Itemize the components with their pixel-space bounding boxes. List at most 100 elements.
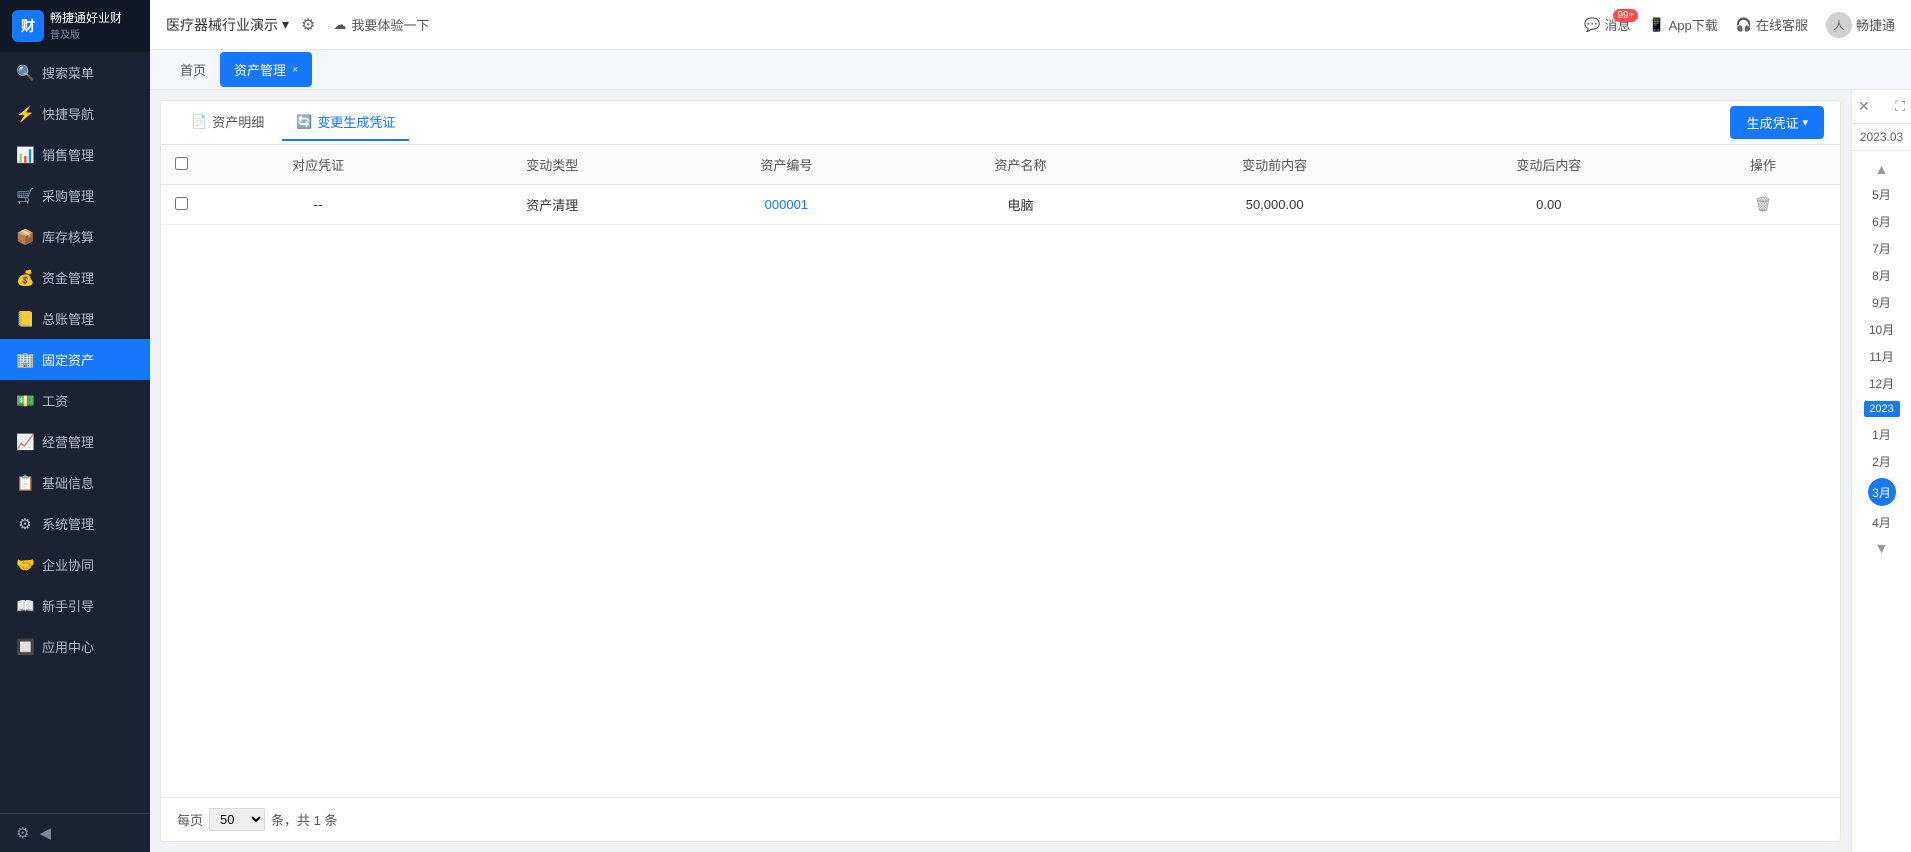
message-icon: 💬 [1584, 17, 1600, 33]
generate-btn-chevron-icon: ▾ [1802, 116, 1808, 129]
timeline-month[interactable]: 1月 [1852, 421, 1911, 448]
timeline-year-label: 2023 [1864, 401, 1900, 417]
generate-btn-label: 生成凭证 [1746, 113, 1798, 132]
ledger-label: 总账管理 [42, 309, 94, 328]
timeline-month[interactable]: 2月 [1852, 448, 1911, 475]
data-table-wrap: 对应凭证 变动类型 资产编号 资产名称 变动前内容 变动后内容 操作 -- 资产… [161, 145, 1840, 797]
sidebar-collapse-icon[interactable]: ◀ [39, 824, 51, 842]
timeline-month[interactable]: 12月 [1852, 370, 1911, 397]
user-profile[interactable]: 人 畅捷通 [1826, 12, 1895, 38]
page-size-select[interactable]: 50100200 [209, 808, 265, 831]
page-size-prefix-label: 每页 [177, 810, 203, 829]
purchase-label: 采购管理 [42, 186, 94, 205]
sidebar-item-app-center[interactable]: 🔲 应用中心 [0, 626, 150, 667]
online-service-btn[interactable]: 🎧 在线客服 [1736, 15, 1808, 34]
sidebar-item-funds[interactable]: 💰资金管理 [0, 257, 150, 298]
sidebar-item-purchase[interactable]: 🛒 采购管理 [0, 175, 150, 216]
app-download-btn[interactable]: 📱 App下载 [1648, 15, 1717, 34]
timeline-month[interactable]: 11月 [1852, 343, 1911, 370]
sidebar-item-system[interactable]: ⚙系统管理 [0, 503, 150, 544]
col-action: 操作 [1686, 145, 1840, 185]
sidebar-item-ledger[interactable]: 📒 总账管理 [0, 298, 150, 339]
search-icon: 🔍 [16, 64, 34, 82]
sidebar-item-operations[interactable]: 📈经营管理 [0, 421, 150, 462]
tab-close-icon[interactable]: × [292, 64, 298, 76]
timeline-up-arrow[interactable]: ▲ [1852, 157, 1911, 181]
sidebar-item-fixed-assets[interactable]: 🏢固定资产 [0, 339, 150, 380]
col-after: 变动后内容 [1412, 145, 1686, 185]
company-selector[interactable]: 医疗器械行业演示 ▾ [166, 15, 289, 35]
trial-btn[interactable]: ☁ 我要体验一下 [333, 15, 429, 34]
timeline-month[interactable]: 8月 [1852, 262, 1911, 289]
app-center-label: 应用中心 [42, 637, 94, 656]
right-panel-header: ✕ ⛶ [1852, 90, 1911, 124]
timeline-month[interactable]: 9月 [1852, 289, 1911, 316]
sidebar-item-sales[interactable]: 📊销售管理 [0, 134, 150, 175]
sidebar-item-inventory[interactable]: 📦库存核算 [0, 216, 150, 257]
app-center-icon: 🔲 [16, 638, 34, 656]
app-icon: 📱 [1648, 17, 1664, 33]
timeline-month[interactable]: 5月 [1852, 181, 1911, 208]
generate-voucher-btn[interactable]: 生成凭证 ▾ [1730, 106, 1824, 139]
right-panel-close-icon[interactable]: ✕ [1858, 98, 1870, 115]
asset-detail-label: 资产明细 [212, 112, 264, 131]
operations-icon: 📈 [16, 433, 34, 451]
sidebar-item-quick-nav[interactable]: ⚡快捷导航 [0, 93, 150, 134]
sidebar-nav: 🔍 搜索菜单 ⚡快捷导航📊销售管理 🛒 采购管理 📦库存核算💰资金管理 📒 总账管理 🏢固定资产… [0, 52, 150, 813]
row-checkbox[interactable] [175, 197, 188, 210]
col-asset-name: 资产名称 [903, 145, 1137, 185]
settings-icon[interactable]: ⚙ [301, 15, 315, 35]
select-all-checkbox[interactable] [175, 157, 188, 170]
search-label: 搜索菜单 [42, 63, 94, 82]
quick-nav-icon: ⚡ [16, 105, 34, 123]
sidebar-item-guide[interactable]: 📖 新手引导 [0, 585, 150, 626]
row-asset-code: 000001 [669, 185, 903, 225]
trial-label: 我要体验一下 [351, 15, 429, 34]
fixed-assets-label: 固定资产 [42, 350, 94, 369]
col-voucher: 对应凭证 [201, 145, 435, 185]
guide-icon: 📖 [16, 597, 34, 615]
table-header-row: 对应凭证 变动类型 资产编号 资产名称 变动前内容 变动后内容 操作 [161, 145, 1840, 185]
timeline-month[interactable]: 6月 [1852, 208, 1911, 235]
purchase-icon: 🛒 [16, 187, 34, 205]
row-before: 50,000.00 [1138, 185, 1412, 225]
sales-icon: 📊 [16, 146, 34, 164]
sub-tabs: 📄 资产明细 🔄 变更生成凭证 生成凭证 ▾ [161, 101, 1840, 145]
sidebar-item-enterprise[interactable]: 🤝企业协同 [0, 544, 150, 585]
basic-info-icon: 📋 [16, 474, 34, 492]
timeline-month[interactable]: 3月 [1868, 478, 1896, 506]
inventory-icon: 📦 [16, 228, 34, 246]
ledger-icon: 📒 [16, 310, 34, 328]
sub-tab-asset-detail[interactable]: 📄 资产明细 [177, 104, 278, 141]
messages-badge: 99+ [1613, 9, 1638, 22]
sub-tab-change-voucher[interactable]: 🔄 变更生成凭证 [282, 104, 409, 141]
sidebar-item-search[interactable]: 🔍 搜索菜单 [0, 52, 150, 93]
sidebar-item-payroll[interactable]: 💵 工资 [0, 380, 150, 421]
right-panel-expand-icon[interactable]: ⛶ [1895, 98, 1905, 115]
timeline-month[interactable]: 4月 [1852, 509, 1911, 536]
timeline-down-arrow[interactable]: ▼ [1852, 536, 1911, 560]
sidebar-item-basic-info[interactable]: 📋基础信息 [0, 462, 150, 503]
tab-home[interactable]: 首页 [166, 52, 220, 87]
sidebar-logo: 财 畅捷通好业财 普及版 [0, 0, 150, 52]
top-header: 医疗器械行业演示 ▾ ⚙ ☁ 我要体验一下 💬 消息 99+ 📱 App下载 🎧… [150, 0, 1911, 50]
tab-asset-management[interactable]: 资产管理 × [220, 52, 312, 87]
system-label: 系统管理 [42, 514, 94, 533]
content-area: 📄 资产明细 🔄 变更生成凭证 生成凭证 ▾ [150, 90, 1911, 852]
guide-label: 新手引导 [42, 596, 94, 615]
main-area: 医疗器械行业演示 ▾ ⚙ ☁ 我要体验一下 💬 消息 99+ 📱 App下载 🎧… [150, 0, 1911, 852]
timeline-month[interactable]: 10月 [1852, 316, 1911, 343]
payroll-icon: 💵 [16, 392, 34, 410]
sidebar-settings-icon[interactable]: ⚙ [16, 824, 29, 842]
row-voucher: -- [201, 185, 435, 225]
timeline-month[interactable]: 7月 [1852, 235, 1911, 262]
messages-btn[interactable]: 💬 消息 99+ [1584, 15, 1630, 34]
delete-icon[interactable]: 🗑 [1754, 196, 1772, 212]
payroll-label: 工资 [42, 391, 68, 410]
username: 畅捷通 [1856, 15, 1895, 34]
service-icon: 🎧 [1736, 17, 1752, 33]
cloud-icon: ☁ [333, 17, 346, 33]
row-after: 0.00 [1412, 185, 1686, 225]
col-asset-code: 资产编号 [669, 145, 903, 185]
app-download-label: App下载 [1669, 15, 1718, 34]
